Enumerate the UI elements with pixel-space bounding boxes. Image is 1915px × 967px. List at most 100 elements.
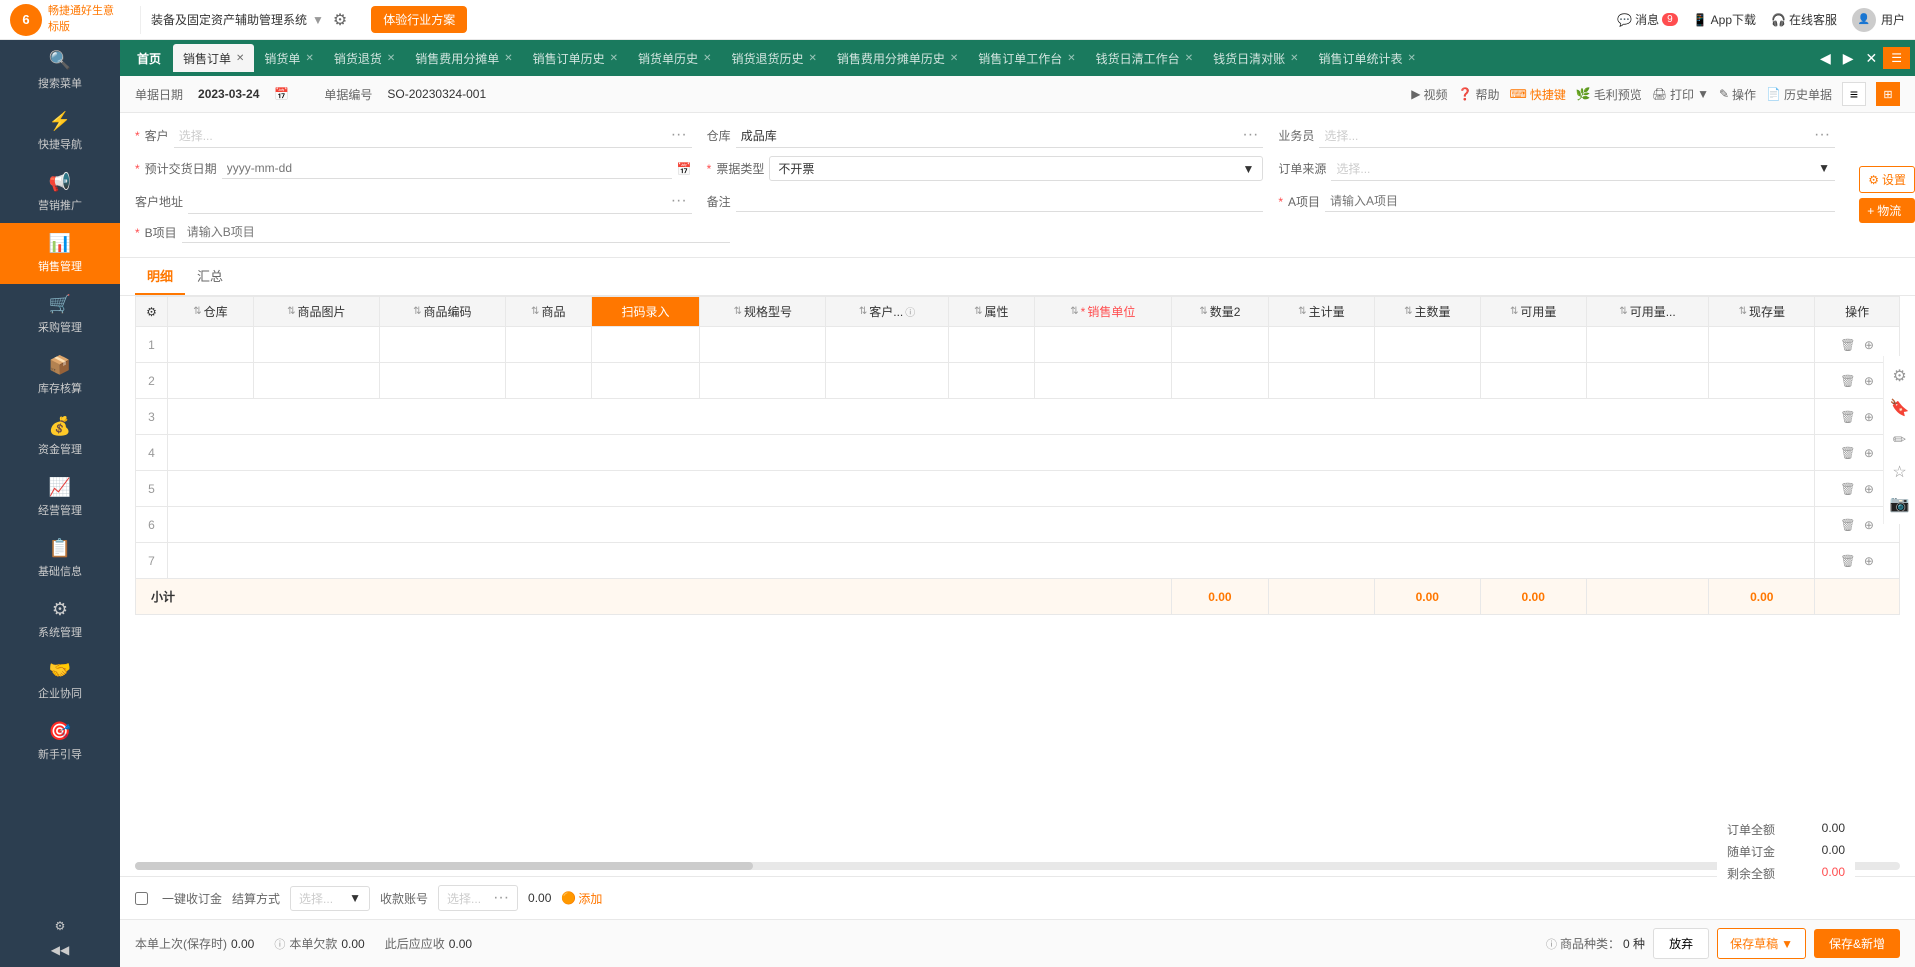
tab-sales-invoice-close[interactable]: ✕ [305, 53, 313, 64]
operation-btn[interactable]: ✎ 操作 [1719, 86, 1756, 103]
online-service-btn[interactable]: 🎧 在线客服 [1771, 11, 1837, 28]
tab-workbench-close[interactable]: ✕ [1067, 53, 1075, 64]
warehouse-dots[interactable]: ··· [1242, 126, 1258, 144]
tab-sales-invoice[interactable]: 销货单 ✕ [254, 44, 323, 72]
note-input[interactable] [736, 191, 1264, 212]
row-6-copy-icon[interactable]: ⊕ [1864, 518, 1874, 532]
row-2-copy-icon[interactable]: ⊕ [1864, 374, 1874, 388]
tab-return-history-close[interactable]: ✕ [808, 53, 816, 64]
system-dropdown-icon[interactable]: ▼ [312, 13, 324, 27]
profit-btn[interactable]: 🌿 毛利预览 [1576, 86, 1642, 103]
sidebar-item-purchase[interactable]: 🛒 采购管理 [0, 284, 120, 345]
delivery-calendar-icon[interactable]: 📅 [677, 162, 692, 176]
help-btn[interactable]: ❓ 帮助 [1458, 86, 1500, 103]
row-2-spec[interactable] [700, 363, 826, 399]
tab-return-history[interactable]: 销货退货历史 ✕ [721, 44, 826, 72]
layout-list-btn[interactable]: ≡ [1842, 82, 1866, 106]
tab-expense-split[interactable]: 销售费用分摊单 ✕ [405, 44, 522, 72]
messages-btn[interactable]: 💬 消息 9 [1617, 11, 1678, 28]
row-2-warehouse[interactable] [168, 363, 254, 399]
tab-prev-btn[interactable]: ◀ [1814, 46, 1837, 71]
row-2-customer-ref[interactable] [826, 363, 949, 399]
settings-gear-btn[interactable]: ⚙ [329, 6, 351, 34]
row-6-delete-icon[interactable]: 🗑 [1840, 518, 1855, 532]
tab-sales-return-close[interactable]: ✕ [387, 53, 395, 64]
sidebar-item-system[interactable]: ⚙ 系统管理 [0, 589, 120, 650]
sidebar-item-guide[interactable]: 🎯 新手引导 [0, 711, 120, 772]
col-customer-ref-info-icon[interactable]: ⓘ [905, 304, 915, 319]
row-1-delete-icon[interactable]: 🗑 [1840, 338, 1855, 352]
row-3-copy-icon[interactable]: ⊕ [1864, 410, 1874, 424]
tab-expense-history-close[interactable]: ✕ [950, 53, 958, 64]
col-main-unit[interactable]: ⇅ 主计量 [1268, 297, 1374, 327]
sidebar-item-collab[interactable]: 🤝 企业协同 [0, 650, 120, 711]
row-1-qty2[interactable] [1171, 327, 1268, 363]
tab-daily-clear[interactable]: 钱货日清工作台 ✕ [1086, 44, 1203, 72]
b-project-input[interactable] [182, 222, 730, 243]
row-1-product[interactable] [505, 327, 591, 363]
add-payment-btn[interactable]: 🟠 添加 [561, 890, 602, 907]
discard-btn[interactable]: 放弃 [1653, 928, 1709, 959]
tab-next-btn[interactable]: ▶ [1837, 46, 1860, 71]
row-2-delete-icon[interactable]: 🗑 [1840, 374, 1855, 388]
detail-tab-mingxi[interactable]: 明细 [135, 258, 185, 295]
view-btn[interactable]: ▶ 视频 [1411, 86, 1447, 103]
right-panel-settings-icon[interactable]: ⚙ [1892, 366, 1906, 386]
right-panel-edit-icon[interactable]: ✏ [1893, 430, 1906, 450]
row-5-delete-icon[interactable]: 🗑 [1840, 482, 1855, 496]
tab-workbench[interactable]: 销售订单工作台 ✕ [968, 44, 1085, 72]
col-available2[interactable]: ⇅ 可用量... [1586, 297, 1709, 327]
right-panel-star-icon[interactable]: ☆ [1892, 462, 1906, 482]
tab-home[interactable]: 首页 [125, 44, 173, 72]
sidebar-item-finance[interactable]: 💰 资金管理 [0, 406, 120, 467]
sidebar-item-basics[interactable]: 📋 基础信息 [0, 528, 120, 589]
staff-dots[interactable]: ··· [1814, 126, 1830, 144]
account-dots[interactable]: ··· [493, 889, 509, 907]
sidebar-item-operations[interactable]: 📈 经营管理 [0, 467, 120, 528]
col-product[interactable]: ⇅ 商品 [505, 297, 591, 327]
customer-input[interactable]: 选择... ··· [174, 123, 692, 148]
right-panel-scan-icon[interactable]: 📷 [1890, 494, 1910, 514]
shortcut-btn[interactable]: ⌨ 快捷键 [1510, 86, 1566, 103]
col-current[interactable]: ⇅ 现存量 [1709, 297, 1815, 327]
sidebar-item-sales[interactable]: 📊 销售管理 [0, 223, 120, 284]
current-debt-info-icon[interactable]: ⓘ [274, 936, 285, 952]
tab-close-all-btn[interactable]: ✕ [1860, 46, 1884, 71]
row-3-delete-icon[interactable]: 🗑 [1840, 410, 1855, 424]
print-btn[interactable]: 🖨 打印 ▼ [1652, 86, 1709, 103]
tab-daily-clear-close[interactable]: ✕ [1185, 53, 1193, 64]
tab-reconcile-close[interactable]: ✕ [1290, 53, 1298, 64]
tab-order-history-close[interactable]: ✕ [610, 53, 618, 64]
detail-tab-huizong[interactable]: 汇总 [185, 258, 235, 295]
sidebar-item-nav[interactable]: ⚡ 快捷导航 [0, 101, 120, 162]
row-2-unit[interactable] [1034, 363, 1171, 399]
tab-order-history[interactable]: 销售订单历史 ✕ [523, 44, 628, 72]
a-project-input[interactable] [1325, 191, 1835, 212]
order-source-input[interactable]: 选择... ▼ [1331, 157, 1835, 181]
save-new-btn[interactable]: 保存&新增 [1814, 929, 1900, 958]
tab-expense-history[interactable]: 销售费用分摊单历史 ✕ [827, 44, 968, 72]
row-7-delete-icon[interactable]: 🗑 [1840, 554, 1855, 568]
tab-sales-order[interactable]: 销售订单 ✕ [173, 44, 254, 72]
col-attr[interactable]: ⇅ 属性 [948, 297, 1034, 327]
row-4-copy-icon[interactable]: ⊕ [1864, 446, 1874, 460]
account-select[interactable]: 选择... ··· [438, 885, 518, 911]
col-customer-ref[interactable]: ⇅ 客户... ⓘ [826, 297, 949, 327]
row-2-main-qty[interactable] [1374, 363, 1480, 399]
col-code[interactable]: ⇅ 商品编码 [379, 297, 505, 327]
col-available[interactable]: ⇅ 可用量 [1480, 297, 1586, 327]
row-2-qty2[interactable] [1171, 363, 1268, 399]
col-qty2[interactable]: ⇅ 数量2 [1171, 297, 1268, 327]
row-2-code[interactable] [379, 363, 505, 399]
tab-expense-split-close[interactable]: ✕ [504, 53, 512, 64]
row-1-attr[interactable] [948, 327, 1034, 363]
tab-invoice-history[interactable]: 销货单历史 ✕ [628, 44, 721, 72]
settlement-select[interactable]: 选择... ▼ [290, 886, 370, 911]
user-area[interactable]: 👤 用户 [1852, 8, 1905, 32]
row-1-copy-icon[interactable]: ⊕ [1864, 338, 1874, 352]
row-4-delete-icon[interactable]: 🗑 [1840, 446, 1855, 460]
address-dots[interactable]: ··· [671, 192, 687, 210]
row-1-code[interactable] [379, 327, 505, 363]
sidebar-item-marketing[interactable]: 📢 营销推广 [0, 162, 120, 223]
tab-sales-order-close[interactable]: ✕ [236, 53, 244, 64]
